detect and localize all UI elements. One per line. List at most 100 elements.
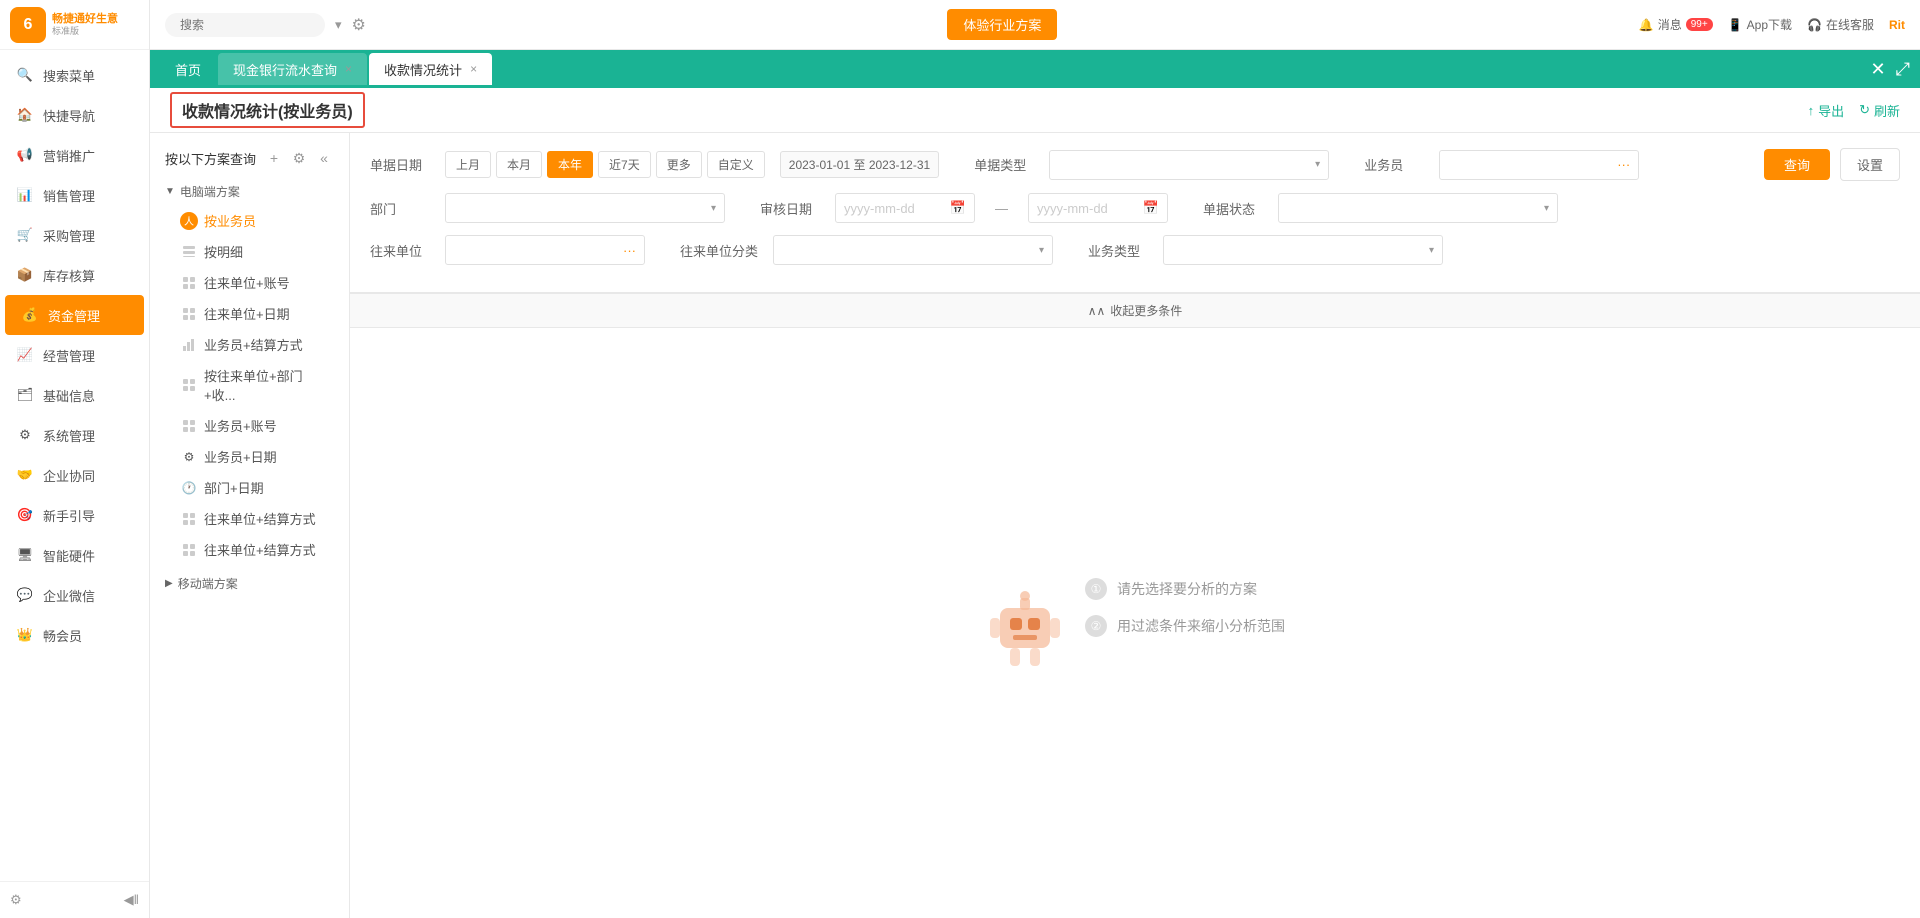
- bell-icon: 🔔: [1639, 18, 1654, 32]
- calendar-end-icon[interactable]: 📅: [1143, 200, 1159, 216]
- page-header: 收款情况统计(按业务员) ↑ 导出 ↻ 刷新: [150, 88, 1920, 133]
- add-scheme-icon[interactable]: +: [264, 148, 284, 168]
- date-btn-custom[interactable]: 自定义: [707, 151, 765, 178]
- table2-icon: [180, 305, 198, 323]
- date-btn-this-year[interactable]: 本年: [547, 151, 593, 178]
- sidebar-item-search[interactable]: 🔍 搜索菜单: [0, 55, 149, 95]
- search-input[interactable]: [165, 13, 325, 37]
- table1-icon: [180, 274, 198, 292]
- grid2-icon: [180, 510, 198, 528]
- sidebar-item-marketing[interactable]: 📢 营销推广: [0, 135, 149, 175]
- detail-icon: [180, 243, 198, 261]
- panel-title: 按以下方案查询: [165, 149, 256, 168]
- tree-item-counterparty-date[interactable]: 往来单位+日期: [150, 298, 349, 329]
- counterparty-dots-icon[interactable]: ···: [623, 243, 636, 258]
- filter-row-date: 单据日期 上月 本月 本年 近7天 更多 自定义 2023-01-01 至 20…: [370, 148, 1900, 181]
- counterparty-input[interactable]: ···: [445, 235, 645, 265]
- salesperson-select[interactable]: ···: [1439, 150, 1639, 180]
- messages-area[interactable]: 🔔 消息 99+: [1639, 16, 1713, 33]
- logo-area: 6 畅捷通好生意 标准版: [0, 0, 149, 50]
- doc-status-chevron: ▾: [1544, 203, 1549, 214]
- sidebar-item-operations[interactable]: 📈 经营管理: [0, 335, 149, 375]
- tab-bank-flow[interactable]: 现金银行流水查询 ×: [218, 53, 367, 85]
- collection-stats-tab-close[interactable]: ×: [470, 62, 477, 76]
- calendar-start-icon[interactable]: 📅: [950, 200, 966, 216]
- sidebar-item-finance[interactable]: 💰 资金管理: [5, 295, 144, 335]
- doc-status-select[interactable]: ▾: [1278, 193, 1558, 223]
- trial-button[interactable]: 体验行业方案: [947, 9, 1057, 40]
- date-btn-more[interactable]: 更多: [656, 151, 702, 178]
- dropdown-icon[interactable]: ▾: [335, 17, 342, 33]
- hint-step-1: ① 请先选择要分析的方案: [1085, 578, 1285, 600]
- sidebar-footer: ⚙ ◀‖: [0, 881, 149, 918]
- refresh-icon: ↻: [1859, 102, 1870, 118]
- refresh-button[interactable]: ↻ 刷新: [1859, 101, 1900, 120]
- date-btn-this-month[interactable]: 本月: [496, 151, 542, 178]
- tab-collection-stats[interactable]: 收款情况统计 ×: [369, 53, 492, 85]
- sidebar-item-quick-nav[interactable]: 🏠 快捷导航: [0, 95, 149, 135]
- settings-button[interactable]: 设置: [1840, 148, 1900, 181]
- sidebar-item-system[interactable]: ⚙ 系统管理: [0, 415, 149, 455]
- data-area: ① 请先选择要分析的方案 ② 用过滤条件来缩小分析范围: [350, 328, 1920, 918]
- date-btn-last-month[interactable]: 上月: [445, 151, 491, 178]
- date-range-dash: —: [990, 201, 1013, 216]
- tree-item-salesperson-date[interactable]: ⚙ 业务员+日期: [150, 441, 349, 472]
- topbar-right: 🔔 消息 99+ 📱 App下载 🎧 在线客服 Rit: [1639, 16, 1905, 33]
- review-date-start-input[interactable]: yyyy-mm-dd 📅: [835, 193, 975, 223]
- tree-item-by-counterparty-dept[interactable]: 按往来单位+部门+收...: [150, 360, 349, 410]
- salesperson-icon: 人: [180, 212, 198, 230]
- sidebar-item-guide[interactable]: 🎯 新手引导: [0, 495, 149, 535]
- date-btn-7days[interactable]: 近7天: [598, 151, 651, 178]
- online-service-area[interactable]: 🎧 在线客服: [1807, 16, 1874, 33]
- tree-item-counterparty-settle1[interactable]: 往来单位+结算方式: [150, 503, 349, 534]
- sidebar-item-enterprise[interactable]: 🤝 企业协同: [0, 455, 149, 495]
- sidebar-item-base-info[interactable]: 🗂 基础信息: [0, 375, 149, 415]
- bank-flow-tab-close[interactable]: ×: [345, 62, 352, 76]
- app-download-area[interactable]: 📱 App下载: [1728, 16, 1792, 33]
- hint-step-2: ② 用过滤条件来缩小分析范围: [1085, 615, 1285, 637]
- wechat-icon: 💬: [15, 585, 35, 605]
- dept-select[interactable]: ▾: [445, 193, 725, 223]
- close-window-button[interactable]: ✕: [1871, 59, 1886, 80]
- salesperson-more-icon[interactable]: ···: [1617, 157, 1630, 172]
- sidebar-item-member[interactable]: 👑 畅会员: [0, 615, 149, 655]
- filter-row-counterparty: 往来单位 ··· 往来单位分类 ▾ 业务类型 ▾: [370, 235, 1900, 265]
- footer-collapse-icon[interactable]: ◀‖: [124, 892, 139, 908]
- collapse-up-icon: ∧∧: [1088, 304, 1106, 318]
- enterprise-icon: 🤝: [15, 465, 35, 485]
- tree-item-by-detail[interactable]: 按明细: [150, 236, 349, 267]
- tree-collapse-icon: ▶: [165, 578, 173, 589]
- doc-type-select[interactable]: ▾: [1049, 150, 1329, 180]
- query-button[interactable]: 查询: [1764, 149, 1830, 180]
- footer-settings-icon[interactable]: ⚙: [10, 892, 22, 908]
- user-avatar[interactable]: Rit: [1889, 18, 1905, 32]
- export-button[interactable]: ↑ 导出: [1808, 101, 1845, 120]
- tab-home[interactable]: 首页: [160, 53, 216, 85]
- step-2-num: ②: [1085, 615, 1107, 637]
- date-range-display: 2023-01-01 至 2023-12-31: [780, 151, 939, 178]
- tree-item-counterparty-settle2[interactable]: 往来单位+结算方式: [150, 534, 349, 565]
- sales-icon: 📊: [15, 185, 35, 205]
- tree-item-counterparty-account[interactable]: 往来单位+账号: [150, 267, 349, 298]
- tree-group-desktop-title[interactable]: ▼ 电脑端方案: [150, 178, 349, 205]
- sidebar-item-sales[interactable]: 📊 销售管理: [0, 175, 149, 215]
- collapse-bar[interactable]: ∧∧ 收起更多条件: [350, 293, 1920, 328]
- tree-item-salesperson-settle[interactable]: 业务员+结算方式: [150, 329, 349, 360]
- sidebar-item-purchase[interactable]: 🛒 采购管理: [0, 215, 149, 255]
- settings-icon[interactable]: ⚙: [352, 15, 366, 35]
- sidebar-item-wechat[interactable]: 💬 企业微信: [0, 575, 149, 615]
- collapse-panel-icon[interactable]: «: [314, 148, 334, 168]
- counterparty-category-select[interactable]: ▾: [773, 235, 1053, 265]
- review-date-end-input[interactable]: yyyy-mm-dd 📅: [1028, 193, 1168, 223]
- scheme-settings-icon[interactable]: ⚙: [289, 148, 309, 168]
- tree-item-by-salesperson[interactable]: 人 按业务员: [150, 205, 349, 236]
- tree-item-salesperson-account[interactable]: 业务员+账号: [150, 410, 349, 441]
- panel-header: 按以下方案查询 + ⚙ «: [150, 143, 349, 173]
- sidebar-item-hardware[interactable]: 🖥 智能硬件: [0, 535, 149, 575]
- tree-group-mobile-title[interactable]: ▶ 移动端方案: [150, 570, 349, 597]
- business-type-select[interactable]: ▾: [1163, 235, 1443, 265]
- sidebar-item-inventory[interactable]: 📦 库存核算: [0, 255, 149, 295]
- maximize-button[interactable]: ⤢: [1896, 59, 1910, 80]
- tree-item-dept-date[interactable]: 🕐 部门+日期: [150, 472, 349, 503]
- tree-group-desktop: ▼ 电脑端方案 人 按业务员 按明细: [150, 178, 349, 565]
